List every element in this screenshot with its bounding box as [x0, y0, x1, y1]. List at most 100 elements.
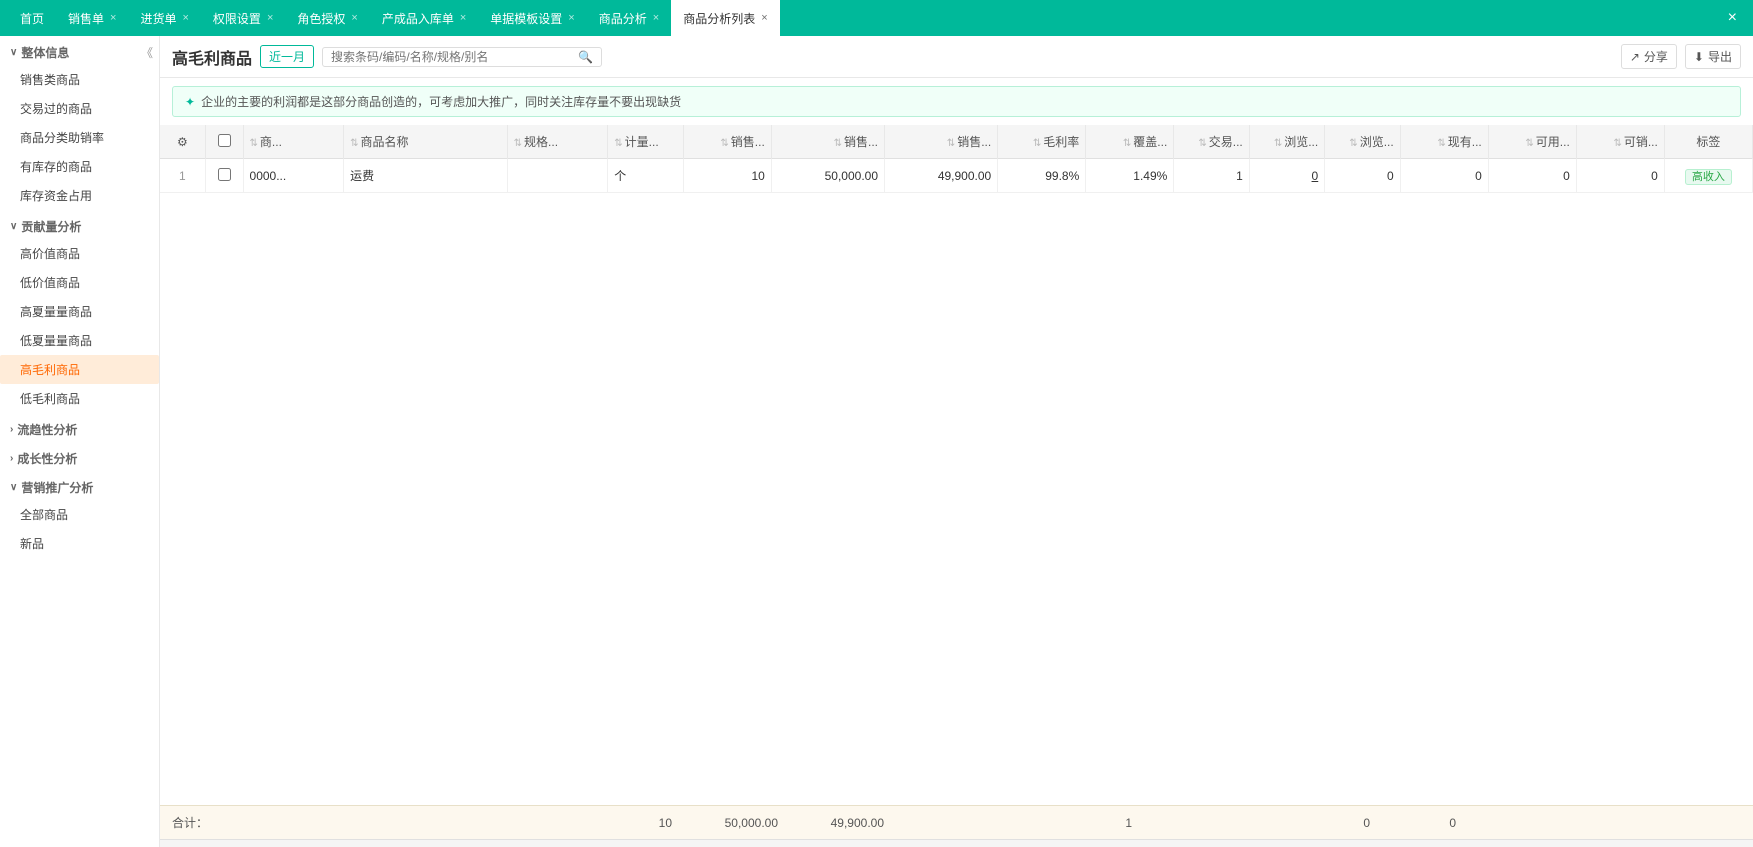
content-header: 高毛利商品 近一月 🔍 ↗ 分享 ⬇ 导出 [160, 36, 1753, 78]
col-header-tag: 标签 [1664, 125, 1752, 159]
sort-icon-browse1: ⇅ [1274, 138, 1282, 149]
col-header-cover[interactable]: ⇅覆盖... [1086, 125, 1174, 159]
footer-summary: 合计： 10 50,000.00 49,900.00 1 0 0 [160, 805, 1753, 839]
col-header-browse1[interactable]: ⇅浏览... [1249, 125, 1324, 159]
data-table-wrapper[interactable]: ⚙ ⇅商... ⇅商品名称 ⇅规格... ⇅计量... ⇅销售... ⇅销售..… [160, 125, 1753, 805]
cell-salable: 0 [1576, 159, 1664, 193]
page-title: 高毛利商品 [172, 45, 252, 69]
footer-stock1: 0 [1300, 816, 1370, 830]
sidebar-item-all-goods[interactable]: 全部商品 [0, 500, 159, 529]
sidebar-item-new-goods[interactable]: 新品 [0, 529, 159, 558]
sidebar-item-low-freq[interactable]: 低夏量量商品 [0, 326, 159, 355]
top-navigation: 首页 销售单 × 进货单 × 权限设置 × 角色授权 × 产成品入库单 × 单据… [0, 0, 1753, 36]
search-box: 🔍 [322, 47, 602, 67]
footer-sales-amt: 50,000.00 [688, 816, 778, 830]
sidebar-item-stock-capital[interactable]: 库存资金占用 [0, 181, 159, 210]
sidebar-item-traded-goods[interactable]: 交易过的商品 [0, 94, 159, 123]
sidebar-item-sales-goods[interactable]: 销售类商品 [0, 65, 159, 94]
nav-tab-purchase[interactable]: 进货单 × [128, 0, 200, 36]
sidebar-item-in-stock[interactable]: 有库存的商品 [0, 152, 159, 181]
cell-idx: 1 [160, 159, 205, 193]
sidebar-group-growth[interactable]: › 成长性分析 [0, 442, 159, 471]
export-button[interactable]: ⬇ 导出 [1685, 44, 1741, 69]
cell-sales-amt: 50,000.00 [771, 159, 884, 193]
sort-icon-sales-cost: ⇅ [947, 138, 955, 149]
sort-icon-browse2: ⇅ [1349, 138, 1357, 149]
close-template-tab[interactable]: × [568, 12, 574, 24]
close-permission-tab[interactable]: × [267, 12, 273, 24]
col-header-trade[interactable]: ⇅交易... [1174, 125, 1249, 159]
export-icon: ⬇ [1694, 50, 1704, 64]
tag-badge: 高收入 [1685, 169, 1732, 185]
main-layout: 《 ∨ 整体信息 销售类商品 交易过的商品 商品分类助销率 有库存的商品 库存资… [0, 36, 1753, 847]
col-header-salable[interactable]: ⇅可销... [1576, 125, 1664, 159]
col-header-gross[interactable]: ⇅毛利率 [998, 125, 1086, 159]
close-analysis-list-tab[interactable]: × [761, 12, 767, 24]
sort-icon-code: ⇅ [250, 138, 258, 149]
footer-trade: 1 [1072, 816, 1132, 830]
nav-tab-finished-goods[interactable]: 产成品入库单 × [370, 0, 478, 36]
cell-stock1: 0 [1400, 159, 1488, 193]
sidebar-item-high-freq[interactable]: 高夏量量商品 [0, 297, 159, 326]
data-table: ⚙ ⇅商... ⇅商品名称 ⇅规格... ⇅计量... ⇅销售... ⇅销售..… [160, 125, 1753, 193]
cell-check[interactable] [205, 159, 243, 193]
sidebar-item-high-value[interactable]: 高价值商品 [0, 239, 159, 268]
col-header-name[interactable]: ⇅商品名称 [344, 125, 508, 159]
select-all-checkbox[interactable] [218, 134, 231, 147]
cell-browse1[interactable]: 0 [1249, 159, 1324, 193]
search-input[interactable] [331, 50, 574, 64]
col-header-spec[interactable]: ⇅规格... [507, 125, 608, 159]
col-header-sales-qty[interactable]: ⇅销售... [683, 125, 771, 159]
nav-tab-home[interactable]: 首页 [8, 0, 56, 36]
sidebar-group-marketing[interactable]: ∨ 营销推广分析 [0, 471, 159, 500]
sidebar-group-contribution[interactable]: ∨ 贡献量分析 [0, 210, 159, 239]
col-header-stock1[interactable]: ⇅现有... [1400, 125, 1488, 159]
col-header-sales-cost[interactable]: ⇅销售... [885, 125, 998, 159]
sort-icon-trade: ⇅ [1198, 138, 1206, 149]
col-header-settings[interactable]: ⚙ [160, 125, 205, 159]
group-arrow-overview: ∨ [10, 47, 17, 58]
cell-code[interactable]: 0000... [243, 159, 344, 193]
filter-period-button[interactable]: 近一月 [260, 45, 314, 68]
row-checkbox[interactable] [218, 168, 231, 181]
sidebar-item-low-value[interactable]: 低价值商品 [0, 268, 159, 297]
cell-browse2: 0 [1325, 159, 1400, 193]
sidebar-group-trend[interactable]: › 流趋性分析 [0, 413, 159, 442]
nav-tab-analysis-list[interactable]: 商品分析列表 × [671, 0, 779, 36]
col-header-stock2[interactable]: ⇅可用... [1488, 125, 1576, 159]
cell-stock2: 0 [1488, 159, 1576, 193]
close-analysis-tab[interactable]: × [653, 12, 659, 24]
sidebar-collapse-button[interactable]: 《 [141, 44, 153, 61]
close-sales-tab[interactable]: × [110, 12, 116, 24]
cell-sales-cost: 49,900.00 [885, 159, 998, 193]
nav-tab-template[interactable]: 单据模板设置 × [478, 0, 586, 36]
nav-tab-role[interactable]: 角色授权 × [285, 0, 369, 36]
search-icon[interactable]: 🔍 [578, 50, 593, 64]
footer-stock2: 0 [1386, 816, 1456, 830]
cell-sales-qty: 10 [683, 159, 771, 193]
close-role-tab[interactable]: × [351, 12, 357, 24]
col-header-browse2[interactable]: ⇅浏览... [1325, 125, 1400, 159]
sidebar-item-high-margin[interactable]: 高毛利商品 [0, 355, 159, 384]
info-banner: ✦ 企业的主要的利润都是这部分商品创造的，可考虑加大推广，同时关注库存量不要出现… [172, 86, 1741, 117]
close-all-button[interactable]: × [1720, 9, 1745, 27]
col-header-code[interactable]: ⇅商... [243, 125, 344, 159]
close-purchase-tab[interactable]: × [182, 12, 188, 24]
col-header-sales-amt[interactable]: ⇅销售... [771, 125, 884, 159]
horizontal-scrollbar[interactable] [160, 839, 1753, 847]
sidebar-item-category-rate[interactable]: 商品分类助销率 [0, 123, 159, 152]
footer-sales-qty: 10 [602, 816, 672, 830]
sort-icon-gross: ⇅ [1033, 138, 1041, 149]
col-header-unit[interactable]: ⇅计量... [608, 125, 683, 159]
nav-tab-sales[interactable]: 销售单 × [56, 0, 128, 36]
cell-trade: 1 [1174, 159, 1249, 193]
group-arrow-trend: › [10, 424, 13, 435]
cell-name[interactable]: 运费 [344, 159, 508, 193]
col-header-check[interactable] [205, 125, 243, 159]
close-finished-goods-tab[interactable]: × [460, 12, 466, 24]
nav-tab-permission[interactable]: 权限设置 × [201, 0, 285, 36]
sidebar-item-low-margin[interactable]: 低毛利商品 [0, 384, 159, 413]
share-button[interactable]: ↗ 分享 [1621, 44, 1677, 69]
sidebar-group-overview[interactable]: ∨ 整体信息 [0, 36, 159, 65]
nav-tab-analysis[interactable]: 商品分析 × [587, 0, 671, 36]
